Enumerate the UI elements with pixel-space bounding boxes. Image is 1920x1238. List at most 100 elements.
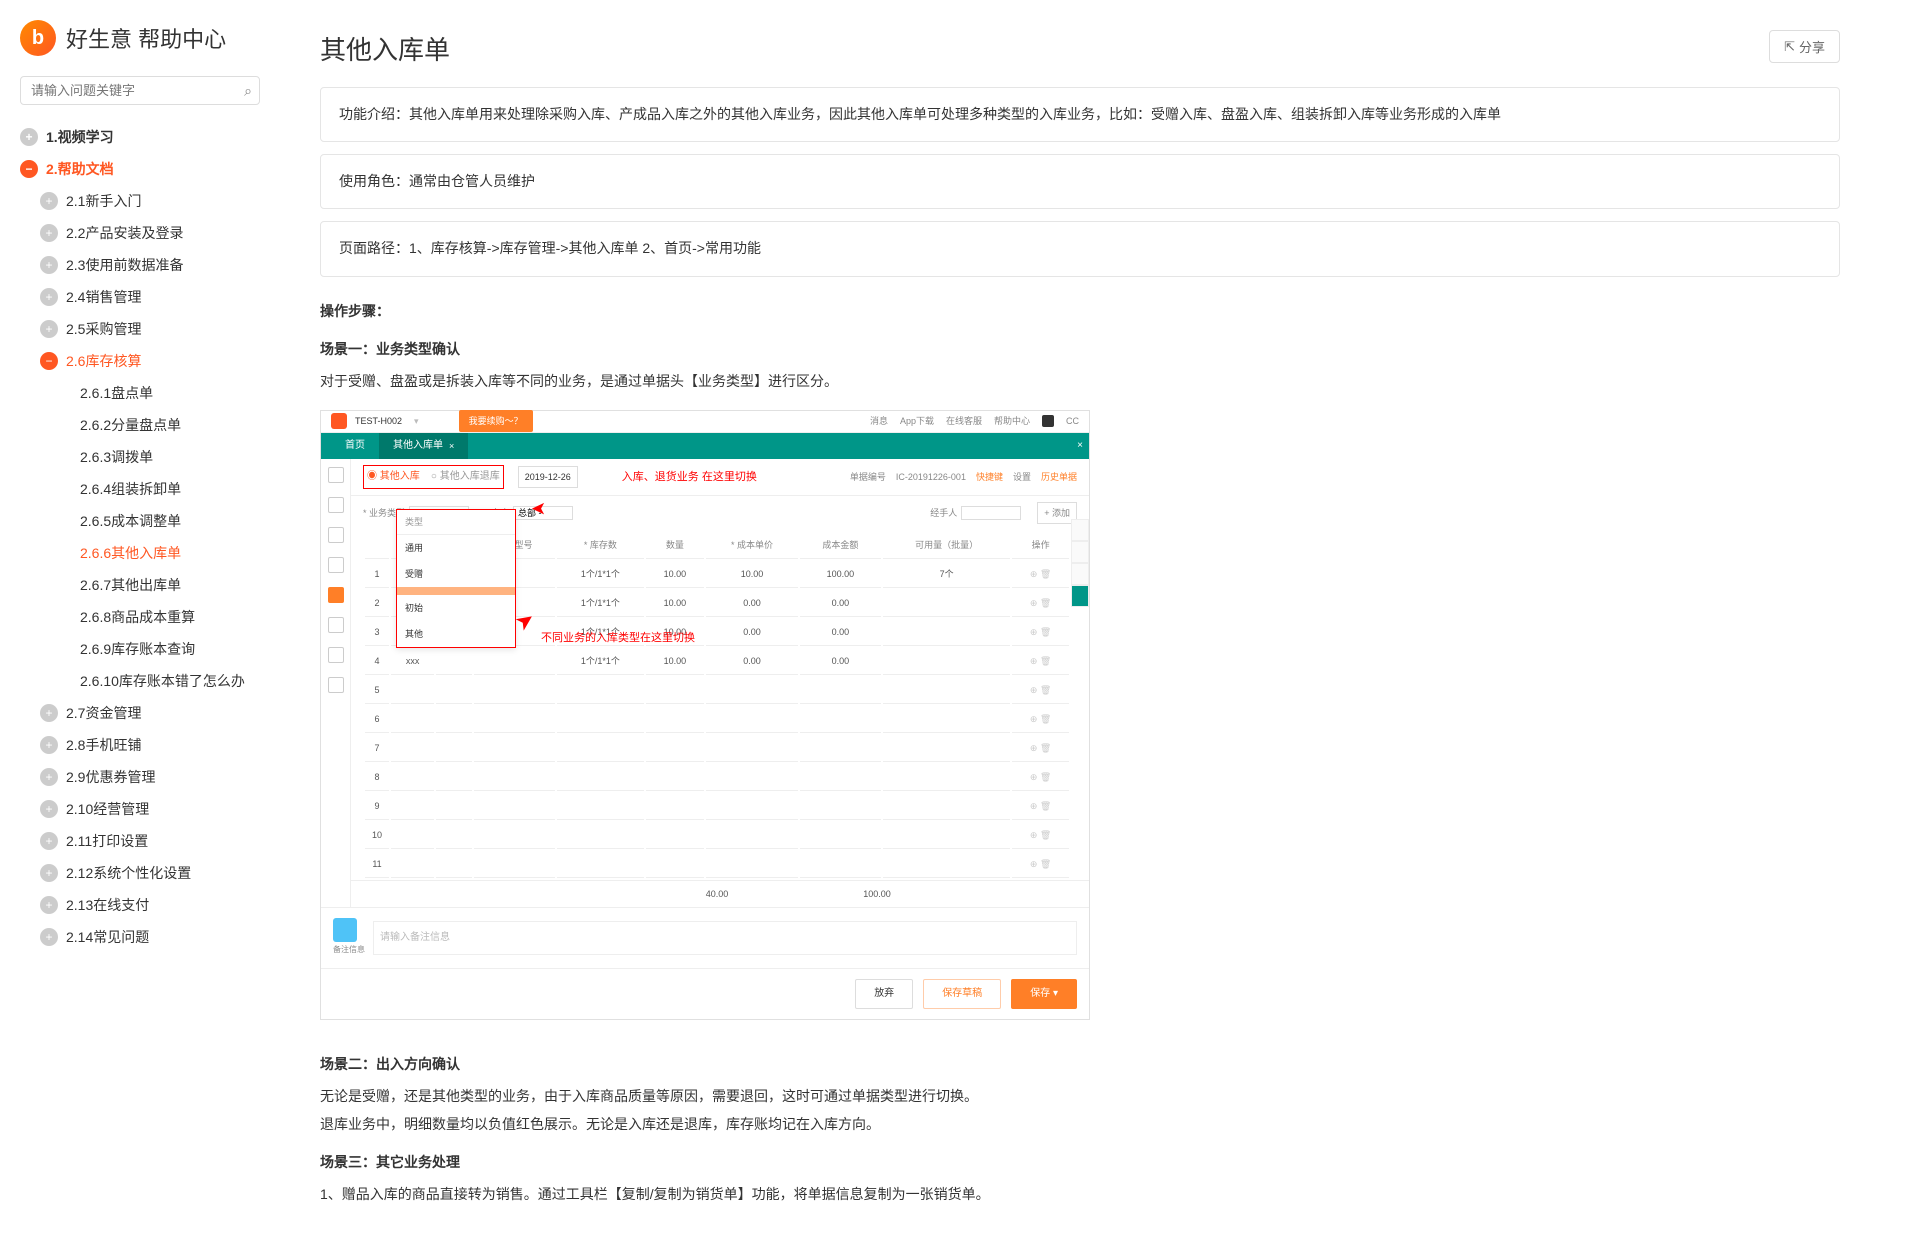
nav-icon: [328, 617, 344, 633]
dd-header: 类型: [397, 510, 515, 535]
nav-2-2[interactable]: +2.2产品安装及登录: [20, 217, 260, 249]
plus-icon: +: [40, 192, 58, 210]
nav-2-6-5[interactable]: 2.6.5成本调整单: [20, 505, 260, 537]
ss-tool: 设置: [1013, 468, 1031, 486]
nav-2-6-8[interactable]: 2.6.8商品成本重算: [20, 601, 260, 633]
remark-label: 备注信息: [333, 942, 365, 958]
nav-icon: [328, 557, 344, 573]
steps-heading: 操作步骤：: [320, 297, 1840, 325]
search-input[interactable]: [20, 76, 260, 105]
role-label: 使用角色：: [339, 173, 409, 189]
discard-button: 放弃: [855, 979, 913, 1009]
nav-label: 2.6.9库存账本查询: [80, 639, 195, 659]
nav-2-6-9[interactable]: 2.6.9库存账本查询: [20, 633, 260, 665]
doc-label: 单据编号: [850, 468, 886, 486]
nav-2-10[interactable]: +2.10经营管理: [20, 793, 260, 825]
nav-2-9[interactable]: +2.9优惠券管理: [20, 761, 260, 793]
nav-label: 2.14常见问题: [66, 927, 149, 947]
nav-2-14[interactable]: +2.14常见问题: [20, 921, 260, 953]
ss-annotation1: 入库、退货业务 在这里切换: [622, 466, 757, 488]
nav-label: 2.6.10库存账本错了怎么办: [80, 671, 245, 691]
ss-link: 在线客服: [946, 412, 982, 430]
nav-tree: +1.视频学习 −2.帮助文档 +2.1新手入门 +2.2产品安装及登录 +2.…: [20, 121, 260, 953]
tab-label: 其他入库单: [393, 436, 443, 456]
path-label: 页面路径：: [339, 240, 409, 256]
arrow-icon: ➤: [531, 491, 546, 527]
share-button[interactable]: ⇱ 分享: [1769, 30, 1840, 63]
ss-meta: 单据编号 IC-20191226-001 快捷键 设置 历史单据: [850, 468, 1077, 486]
rb-icon: [1071, 563, 1089, 585]
table-row: 4xxx1个/1*1个10.000.000.00⊕ 🗑: [365, 648, 1069, 675]
minus-icon: −: [40, 352, 58, 370]
nav-2-6[interactable]: −2.6库存核算: [20, 345, 260, 377]
scene2-text1: 无论是受赠，还是其他类型的业务，由于入库商品质量等原因，需要退回，这时可通过单据…: [320, 1082, 1840, 1110]
dd-item: 其他: [397, 621, 515, 647]
scene1-text: 对于受赠、盘盈或是拆装入库等不同的业务，是通过单据头【业务类型】进行区分。: [320, 367, 1840, 395]
dd-item: 受赠: [397, 561, 515, 587]
nav-icon: [328, 587, 344, 603]
intro-text: 其他入库单用来处理除采购入库、产成品入库之外的其他入库业务，因此其他入库单可处理…: [409, 106, 1501, 122]
plus-icon: +: [40, 256, 58, 274]
table-row: 10⊕ 🗑: [365, 822, 1069, 849]
nav-2-6-2[interactable]: 2.6.2分量盘点单: [20, 409, 260, 441]
page-title: 其他入库单: [320, 30, 450, 67]
tab-label: 首页: [345, 436, 365, 456]
ss-tabs: 首页 其他入库单× ×: [321, 433, 1089, 459]
nav-2-6-6[interactable]: 2.6.6其他入库单: [20, 537, 260, 569]
clerk-field: 经手人: [930, 504, 1021, 522]
nav-label: 2.9优惠券管理: [66, 767, 155, 787]
logo-icon: b: [20, 20, 56, 56]
nav-label: 2.1新手入门: [66, 191, 141, 211]
ss-renew-button: 我要续购～？: [459, 410, 533, 432]
nav-2-6-3[interactable]: 2.6.3调拨单: [20, 441, 260, 473]
th: 数量: [646, 532, 705, 559]
nav-2-12[interactable]: +2.12系统个性化设置: [20, 857, 260, 889]
ss-body: ◉ 其他入库 ○ 其他入库退库 2019-12-26 ➤ 入库、退货业务 在这里…: [321, 459, 1089, 907]
ss-footer: 放弃 保存草稿 保存 ▾: [321, 968, 1089, 1019]
nav-2-3[interactable]: +2.3使用前数据准备: [20, 249, 260, 281]
scene2-text2: 退库业务中，明细数量均以负值红色展示。无论是入库还是退库，库存账均记在入库方向。: [320, 1110, 1840, 1138]
nav-label: 2.3使用前数据准备: [66, 255, 183, 275]
nav-label: 2.11打印设置: [66, 831, 148, 851]
article-body: 操作步骤： 场景一：业务类型确认 对于受赠、盘盈或是拆装入库等不同的业务，是通过…: [320, 297, 1840, 1208]
table-row: 5⊕ 🗑: [365, 677, 1069, 704]
nav-label: 2.13在线支付: [66, 895, 149, 915]
nav-label: 2.帮助文档: [46, 159, 114, 179]
nav-2-7[interactable]: +2.7资金管理: [20, 697, 260, 729]
title-row: 其他入库单 ⇱ 分享: [320, 30, 1840, 67]
nav-2-6-4[interactable]: 2.6.4组装拆卸单: [20, 473, 260, 505]
nav-2-6-10[interactable]: 2.6.10库存账本错了怎么办: [20, 665, 260, 697]
nav-2-1[interactable]: +2.1新手入门: [20, 185, 260, 217]
nav-video[interactable]: +1.视频学习: [20, 121, 260, 153]
nav-label: 2.5采购管理: [66, 319, 141, 339]
plus-icon: +: [20, 128, 38, 146]
share-icon: ⇱: [1784, 39, 1795, 55]
ss-link: App下载: [900, 412, 934, 430]
plus-icon: +: [40, 928, 58, 946]
nav-2-13[interactable]: +2.13在线支付: [20, 889, 260, 921]
nav-label: 2.6.6其他入库单: [80, 543, 181, 563]
path-text: 1、库存核算->库存管理->其他入库单 2、首页->常用功能: [409, 240, 761, 256]
radio-return: ○ 其他入库退库: [431, 471, 500, 482]
search-icon[interactable]: ⌕: [244, 82, 252, 99]
embedded-screenshot: TEST-H002 ▾ 我要续购～？ 消息 App下载 在线客服 帮助中心 CC…: [320, 410, 1090, 1020]
ss-user: CC: [1066, 412, 1079, 430]
ss-annotation2: 不同业务的入库类型在这里切换: [541, 627, 695, 649]
plus-icon: +: [40, 896, 58, 914]
nav-icon: [328, 527, 344, 543]
nav-2-4[interactable]: +2.4销售管理: [20, 281, 260, 313]
nav-2-6-1[interactable]: 2.6.1盘点单: [20, 377, 260, 409]
nav-icon: [328, 647, 344, 663]
ss-rightbar: [1071, 519, 1089, 607]
nav-label: 2.6库存核算: [66, 351, 141, 371]
nav-icon: [328, 467, 344, 483]
ss-leftnav: [321, 459, 351, 907]
nav-label: 2.4销售管理: [66, 287, 141, 307]
nav-2-6-7[interactable]: 2.6.7其他出库单: [20, 569, 260, 601]
plus-icon: +: [40, 704, 58, 722]
remark-input: 请输入备注信息: [373, 921, 1077, 955]
nav-2-11[interactable]: +2.11打印设置: [20, 825, 260, 857]
nav-2-5[interactable]: +2.5采购管理: [20, 313, 260, 345]
nav-docs[interactable]: −2.帮助文档: [20, 153, 260, 185]
nav-2-8[interactable]: +2.8手机旺铺: [20, 729, 260, 761]
